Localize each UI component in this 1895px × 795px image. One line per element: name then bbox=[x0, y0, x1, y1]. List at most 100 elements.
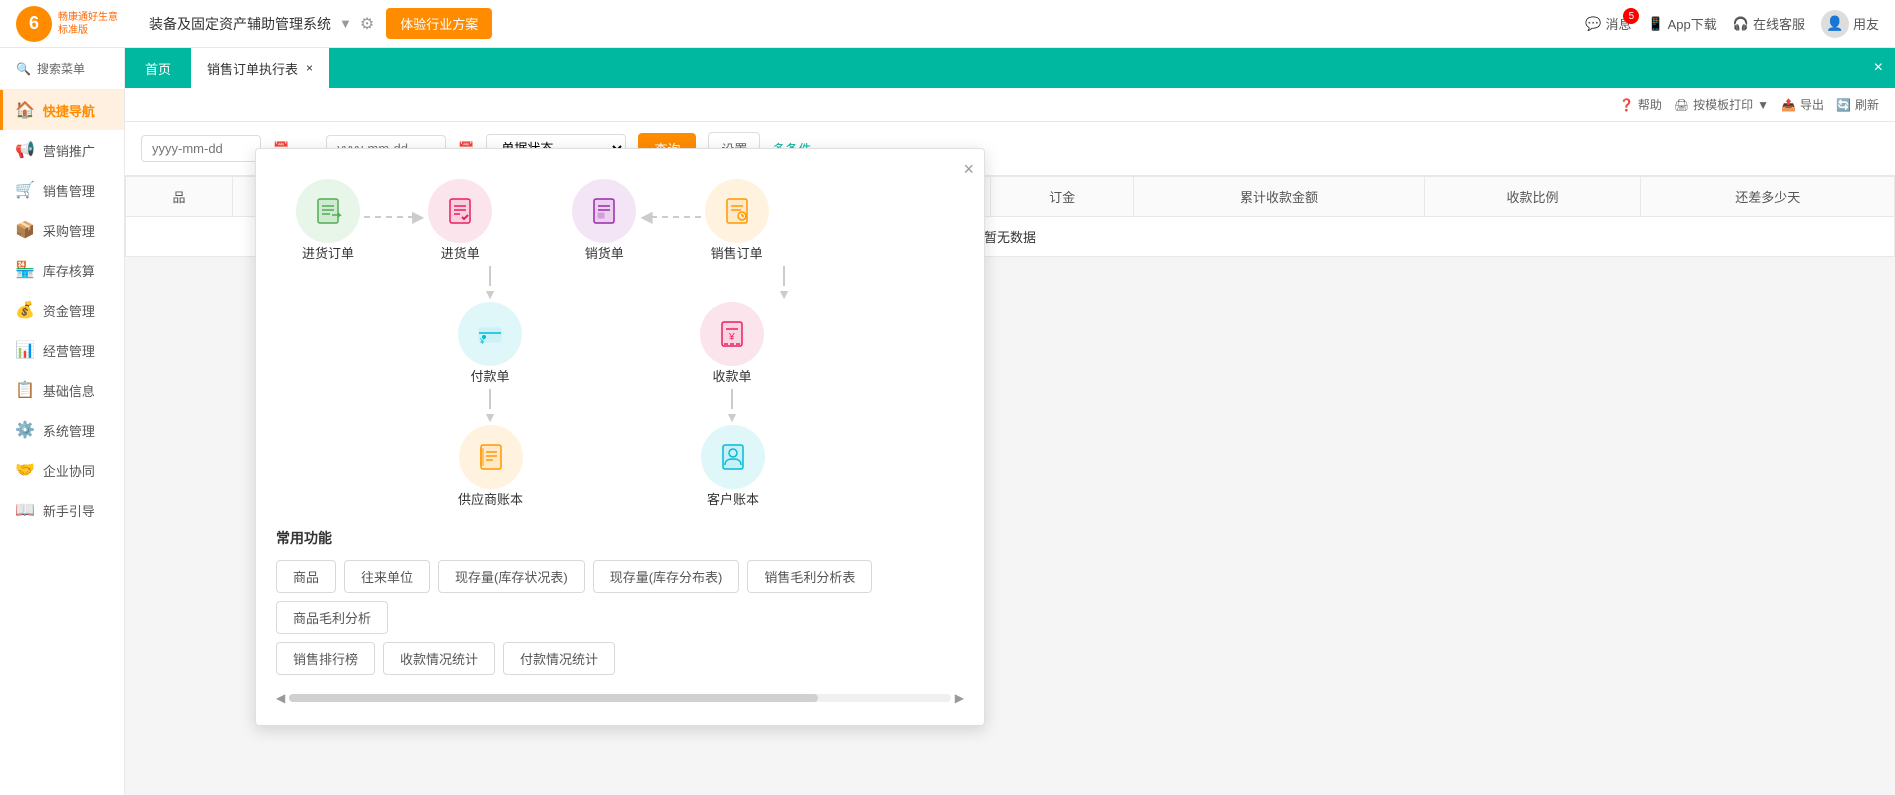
system-title: 装备及固定资产辅助管理系统 ▼ ⚙ bbox=[149, 14, 374, 34]
common-buttons-row2: 销售排行榜 收款情况统计 付款情况统计 bbox=[276, 642, 964, 675]
common-btn-6[interactable]: 销售排行榜 bbox=[276, 642, 375, 675]
sidebar-label-purchase: 采购管理 bbox=[43, 221, 95, 240]
user-avatar: 👤 bbox=[1821, 10, 1849, 38]
enterprise-icon: 🤝 bbox=[15, 460, 35, 480]
popup-scrollbar: ◀ ▶ bbox=[276, 691, 964, 705]
flow-node-purchase-bill[interactable]: 进货单 bbox=[428, 179, 492, 262]
app-download-item[interactable]: 📱 App下载 bbox=[1647, 14, 1716, 33]
sidebar-item-purchase[interactable]: 📦 采购管理 bbox=[0, 210, 124, 250]
tab-bar: 首页 销售订单执行表 × × bbox=[125, 48, 1895, 88]
online-service-item[interactable]: 🎧 在线客服 bbox=[1733, 14, 1805, 33]
row5: 供应商账本 bbox=[276, 425, 964, 508]
tab-close-icon[interactable]: × bbox=[306, 61, 313, 75]
sales-bill-icon bbox=[572, 179, 636, 243]
v-arrow-purchase-bill: ▼ bbox=[458, 266, 522, 302]
customer-ledger-icon bbox=[701, 425, 765, 489]
marketing-icon: 📢 bbox=[15, 140, 35, 160]
trial-button[interactable]: 体验行业方案 bbox=[386, 8, 492, 39]
receipt-bill-icon: ¥ bbox=[700, 302, 764, 366]
sidebar: 🔍 搜索菜单 🏠 快捷导航 📢 营销推广 🛒 销售管理 📦 采购管理 bbox=[0, 48, 125, 795]
sidebar-item-system[interactable]: ⚙️ 系统管理 bbox=[0, 410, 124, 450]
app-download-label: App下载 bbox=[1668, 14, 1717, 33]
user-item[interactable]: 👤 用友 bbox=[1821, 10, 1879, 38]
sidebar-item-marketing[interactable]: 📢 营销推广 bbox=[0, 130, 124, 170]
common-btn-2[interactable]: 现存量(库存状况表) bbox=[438, 560, 585, 593]
message-item[interactable]: 💬 5 消息 bbox=[1585, 14, 1631, 33]
popup-panel: × bbox=[255, 148, 985, 726]
sidebar-label-system: 系统管理 bbox=[43, 421, 95, 440]
sales-order-icon bbox=[705, 179, 769, 243]
scroll-right-icon[interactable]: ▶ bbox=[955, 691, 964, 705]
search-icon: 🔍 bbox=[16, 62, 31, 76]
message-badge: 5 bbox=[1623, 8, 1639, 24]
svg-text:¥: ¥ bbox=[479, 337, 485, 346]
operations-icon: 📊 bbox=[15, 340, 35, 360]
supplier-ledger-label: 供应商账本 bbox=[458, 489, 523, 508]
common-btn-7[interactable]: 收款情况统计 bbox=[383, 642, 495, 675]
sidebar-label-inventory: 库存核算 bbox=[43, 261, 95, 280]
search-menu-button[interactable]: 🔍 搜索菜单 bbox=[8, 56, 116, 81]
logo-text: 畅康通好生意 标准版 bbox=[58, 11, 118, 37]
close-content-icon[interactable]: × bbox=[1874, 59, 1895, 77]
headset-icon: 🎧 bbox=[1733, 16, 1749, 32]
common-btn-3[interactable]: 现存量(库存分布表) bbox=[593, 560, 740, 593]
purchase-order-label: 进货订单 bbox=[302, 243, 354, 262]
logo-area: 6 畅康通好生意 标准版 bbox=[16, 6, 141, 42]
common-btn-4[interactable]: 销售毛利分析表 bbox=[747, 560, 872, 593]
tab-sales-order-exec[interactable]: 销售订单执行表 × bbox=[191, 48, 329, 88]
scroll-left-icon[interactable]: ◀ bbox=[276, 691, 285, 705]
sidebar-item-enterprise[interactable]: 🤝 企业协同 bbox=[0, 450, 124, 490]
flow-node-receipt-bill[interactable]: ¥ 收款单 bbox=[700, 302, 764, 385]
logo-icon: 6 bbox=[16, 6, 52, 42]
scrollbar-thumb bbox=[289, 694, 818, 702]
common-btn-5[interactable]: 商品毛利分析 bbox=[276, 601, 388, 634]
common-btn-8[interactable]: 付款情况统计 bbox=[503, 642, 615, 675]
search-label: 搜索菜单 bbox=[37, 60, 85, 77]
popup-close-button[interactable]: × bbox=[963, 159, 974, 180]
sidebar-item-operations[interactable]: 📊 经营管理 bbox=[0, 330, 124, 370]
sidebar-search: 🔍 搜索菜单 bbox=[0, 48, 124, 90]
common-btn-1[interactable]: 往来单位 bbox=[344, 560, 430, 593]
payment-bill-icon: ¥ bbox=[458, 302, 522, 366]
finance-icon: 💰 bbox=[15, 300, 35, 320]
settings-icon[interactable]: ⚙ bbox=[360, 14, 374, 34]
flow-node-customer-ledger[interactable]: 客户账本 bbox=[701, 425, 765, 508]
tab-home-label: 首页 bbox=[145, 59, 171, 78]
sidebar-item-quick-nav[interactable]: 🏠 快捷导航 bbox=[0, 90, 124, 130]
v-arrow-sales-bill: ▼ bbox=[752, 266, 816, 302]
flow-node-purchase-order[interactable]: 进货订单 bbox=[296, 179, 360, 262]
sidebar-item-guide[interactable]: 📖 新手引导 bbox=[0, 490, 124, 530]
common-buttons-container: 商品 往来单位 现存量(库存状况表) 现存量(库存分布表) 销售毛利分析表 商品… bbox=[276, 560, 964, 634]
flow-node-sales-bill[interactable]: 销货单 bbox=[572, 179, 636, 262]
system-icon: ⚙️ bbox=[15, 420, 35, 440]
tab-home[interactable]: 首页 bbox=[125, 48, 191, 88]
receipt-bill-label: 收款单 bbox=[712, 366, 751, 385]
arrow-purchase-to-bill: ▶ bbox=[364, 207, 424, 227]
sidebar-item-base[interactable]: 📋 基础信息 bbox=[0, 370, 124, 410]
sales-bill-label: 销货单 bbox=[585, 243, 624, 262]
sidebar-label-finance: 资金管理 bbox=[43, 301, 95, 320]
flow-node-supplier-ledger[interactable]: 供应商账本 bbox=[458, 425, 523, 508]
tab-sales-label: 销售订单执行表 bbox=[207, 59, 298, 78]
top-bar: 6 畅康通好生意 标准版 装备及固定资产辅助管理系统 ▼ ⚙ 体验行业方案 💬 … bbox=[0, 0, 1895, 48]
logo-line1: 畅康通好生意 bbox=[58, 11, 118, 24]
sales-order-label: 销售订单 bbox=[711, 243, 763, 262]
common-btn-0[interactable]: 商品 bbox=[276, 560, 336, 593]
purchase-icon: 📦 bbox=[15, 220, 35, 240]
system-title-text: 装备及固定资产辅助管理系统 bbox=[149, 14, 331, 34]
message-icon: 💬 bbox=[1585, 16, 1601, 32]
base-icon: 📋 bbox=[15, 380, 35, 400]
purchase-bill-icon bbox=[428, 179, 492, 243]
sidebar-item-inventory[interactable]: 🏪 库存核算 bbox=[0, 250, 124, 290]
sidebar-item-finance[interactable]: 💰 资金管理 bbox=[0, 290, 124, 330]
svg-text:¥: ¥ bbox=[728, 332, 735, 343]
row3: ¥ 付款单 bbox=[276, 302, 964, 385]
sidebar-item-sales[interactable]: 🛒 销售管理 bbox=[0, 170, 124, 210]
scrollbar-track[interactable] bbox=[289, 694, 951, 702]
page-content: ❓ 帮助 🖨 按模板打印 ▼ 📤 导出 🔄 刷新 bbox=[125, 88, 1895, 795]
flow-node-payment-bill[interactable]: ¥ 付款单 bbox=[458, 302, 522, 385]
flow-node-sales-order[interactable]: 销售订单 bbox=[705, 179, 769, 262]
guide-icon: 📖 bbox=[15, 500, 35, 520]
v-arrow-payment: ▼ bbox=[458, 389, 522, 425]
dropdown-icon[interactable]: ▼ bbox=[339, 16, 352, 31]
